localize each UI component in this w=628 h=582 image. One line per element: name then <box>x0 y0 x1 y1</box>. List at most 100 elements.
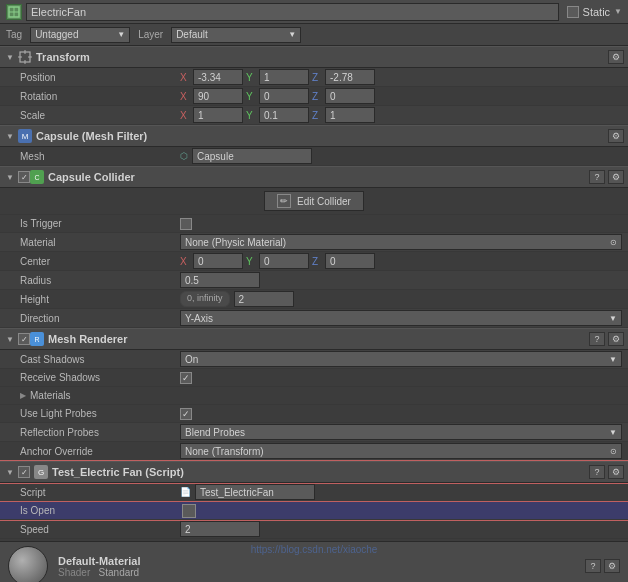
direction-row: Direction Y-Axis ▼ <box>0 309 628 328</box>
is-trigger-row: Is Trigger <box>0 215 628 233</box>
anchor-override-dropdown[interactable]: None (Transform) ⊙ <box>180 443 622 459</box>
scale-x-label: X <box>180 110 190 121</box>
script-enable-checkbox[interactable] <box>18 466 30 478</box>
speed-value-container: 2 <box>180 521 622 537</box>
is-open-value <box>180 504 622 518</box>
mesh-renderer-context-btn[interactable]: ⚙ <box>608 332 624 346</box>
pos-z-input[interactable]: -2.78 <box>325 69 375 85</box>
capsule-collider-enable-checkbox[interactable] <box>18 171 30 183</box>
mesh-value[interactable]: Capsule <box>192 148 312 164</box>
transform-context-icon[interactable]: ⚙ <box>608 50 624 64</box>
capsule-context-btn[interactable]: ⚙ <box>608 170 624 184</box>
collider-material-row: Material None (Physic Material) ⊙ <box>0 233 628 252</box>
mesh-filter-section-header[interactable]: ▼ M Capsule (Mesh Filter) ⚙ <box>0 125 628 147</box>
mesh-filter-icon-btn[interactable]: ⚙ <box>608 129 624 143</box>
height-row: Height 0, infinity 2 <box>0 290 628 309</box>
static-dropdown-arrow[interactable]: ▼ <box>614 7 622 16</box>
direction-dropdown[interactable]: Y-Axis ▼ <box>180 310 622 326</box>
is-trigger-value <box>180 218 622 230</box>
capsule-collider-controls: ? ⚙ <box>589 170 624 184</box>
layer-dropdown-arrow: ▼ <box>288 30 296 39</box>
anchor-override-row: Anchor Override None (Transform) ⊙ <box>0 442 628 461</box>
height-input[interactable]: 2 <box>234 291 294 307</box>
material-help-btn[interactable]: ? <box>585 559 601 573</box>
anchor-override-label: Anchor Override <box>20 446 180 457</box>
mesh-renderer-icon: R <box>30 332 44 346</box>
pos-x-input[interactable]: -3.34 <box>193 69 243 85</box>
is-open-label: Is Open <box>20 505 180 516</box>
rot-z-input[interactable]: 0 <box>325 88 375 104</box>
shader-label: Shader <box>58 567 90 578</box>
scale-y-input[interactable]: 0.1 <box>259 107 309 123</box>
rotation-label: Rotation <box>20 91 180 102</box>
pencil-icon: ✏ <box>277 194 291 208</box>
test-script-section-header[interactable]: ▼ G Test_Electric Fan (Script) ? ⚙ <box>0 461 628 483</box>
pos-z-label: Z <box>312 72 322 83</box>
center-y-input[interactable]: 0 <box>259 253 309 269</box>
transform-section-header[interactable]: ▼ Transform ⚙ <box>0 46 628 68</box>
script-value-container: 📄 Test_ElectricFan <box>180 484 622 500</box>
transform-icon <box>18 50 32 64</box>
script-context-btn[interactable]: ⚙ <box>608 465 624 479</box>
center-y-label: Y <box>246 256 256 267</box>
static-checkbox[interactable] <box>567 6 579 18</box>
position-label: Position <box>20 72 180 83</box>
rot-z-label: Z <box>312 91 322 102</box>
script-help-btn[interactable]: ? <box>589 465 605 479</box>
mesh-value-container: ⬡ Capsule <box>180 148 622 164</box>
script-controls: ? ⚙ <box>589 465 624 479</box>
cast-shadows-label: Cast Shadows <box>20 354 180 365</box>
rot-y-input[interactable]: 0 <box>259 88 309 104</box>
edit-collider-button[interactable]: ✏ Edit Collider <box>264 191 364 211</box>
collider-material-dropdown[interactable]: None (Physic Material) ⊙ <box>180 234 622 250</box>
tag-dropdown-arrow: ▼ <box>117 30 125 39</box>
pos-y-input[interactable]: 1 <box>259 69 309 85</box>
cast-shadows-dropdown[interactable]: On ▼ <box>180 351 622 367</box>
center-x-input[interactable]: 0 <box>193 253 243 269</box>
layer-dropdown[interactable]: Default ▼ <box>171 27 301 43</box>
use-light-probes-label: Use Light Probes <box>20 408 180 419</box>
scale-x-input[interactable]: 1 <box>193 107 243 123</box>
height-range-display: 0, infinity <box>180 291 230 307</box>
mesh-filter-title: Capsule (Mesh Filter) <box>36 130 608 142</box>
mesh-renderer-enable-checkbox[interactable] <box>18 333 30 345</box>
script-icon: G <box>34 465 48 479</box>
mesh-renderer-help-btn[interactable]: ? <box>589 332 605 346</box>
radius-input[interactable]: 0.5 <box>180 272 260 288</box>
cast-shadows-value: On ▼ <box>180 351 622 367</box>
mesh-filter-foldout: ▼ <box>4 130 16 142</box>
shader-value: Standard <box>99 567 140 578</box>
tag-dropdown[interactable]: Untagged ▼ <box>30 27 130 43</box>
materials-foldout[interactable]: ▶ <box>20 391 26 400</box>
is-open-checkbox[interactable] <box>182 504 196 518</box>
speed-input[interactable]: 2 <box>180 521 260 537</box>
rot-x-input[interactable]: 90 <box>193 88 243 104</box>
reflection-probes-dropdown[interactable]: Blend Probes ▼ <box>180 424 622 440</box>
speed-label: Speed <box>20 524 180 535</box>
center-x-label: X <box>180 256 190 267</box>
scale-z-label: Z <box>312 110 322 121</box>
layer-label: Layer <box>138 29 163 40</box>
pos-x-label: X <box>180 72 190 83</box>
capsule-collider-icon: C <box>30 170 44 184</box>
mesh-renderer-controls: ? ⚙ <box>589 332 624 346</box>
capsule-help-btn[interactable]: ? <box>589 170 605 184</box>
object-type-icon <box>6 4 22 20</box>
object-name-input[interactable] <box>26 3 559 21</box>
material-context-btn[interactable]: ⚙ <box>604 559 620 573</box>
receive-shadows-checkbox[interactable] <box>180 372 192 384</box>
scale-z-input[interactable]: 1 <box>325 107 375 123</box>
reflection-probes-label: Reflection Probes <box>20 427 180 438</box>
use-light-probes-row: Use Light Probes <box>0 405 628 423</box>
mesh-type-icon: ⬡ <box>180 151 188 161</box>
header-bar: Static ▼ <box>0 0 628 24</box>
use-light-probes-checkbox[interactable] <box>180 408 192 420</box>
script-value[interactable]: Test_ElectricFan <box>195 484 315 500</box>
radius-row: Radius 0.5 <box>0 271 628 290</box>
center-z-input[interactable]: 0 <box>325 253 375 269</box>
capsule-collider-section-header[interactable]: ▼ C Capsule Collider ? ⚙ <box>0 166 628 188</box>
is-trigger-checkbox[interactable] <box>180 218 192 230</box>
mesh-renderer-section-header[interactable]: ▼ R Mesh Renderer ? ⚙ <box>0 328 628 350</box>
rotation-row: Rotation X 90 Y 0 Z 0 <box>0 87 628 106</box>
mesh-filter-icon: M <box>18 129 32 143</box>
